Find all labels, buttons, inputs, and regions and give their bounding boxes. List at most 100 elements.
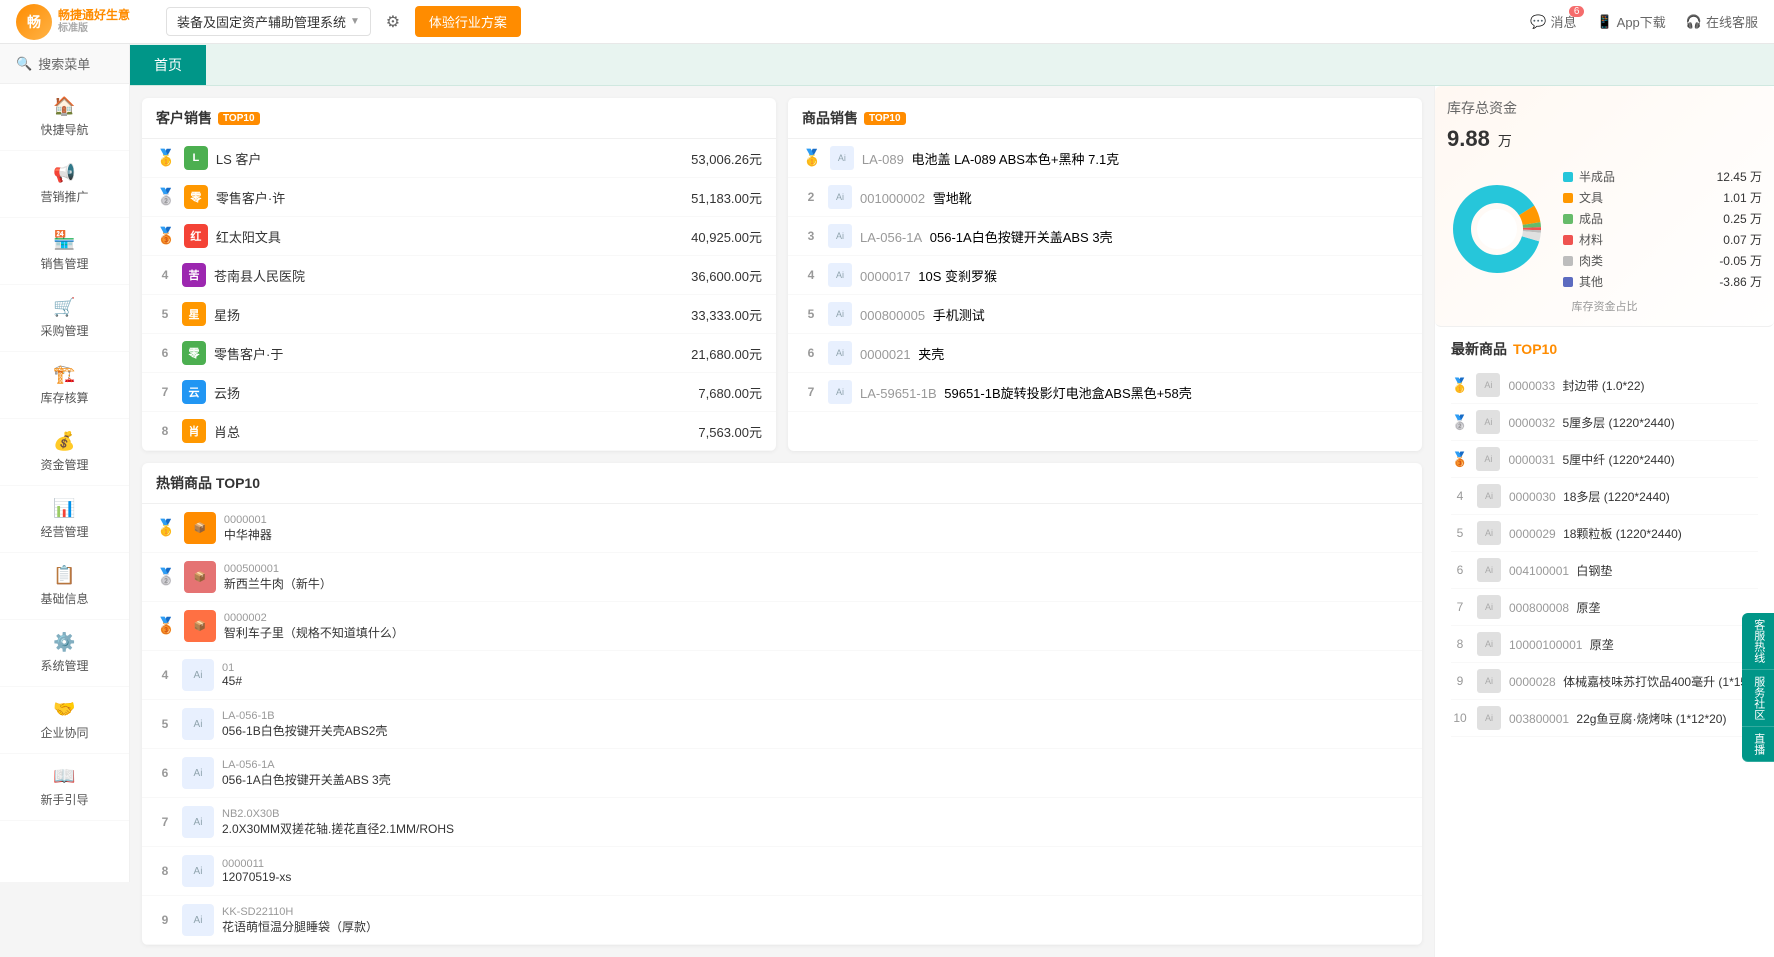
rank-name: 零售客户·许 [216,188,683,207]
legend-value: -0.05 万 [1719,252,1762,269]
customer-ranking-panel: 客户销售 TOP10 🥇 L LS 客户 53,006.26元 🥈 零 零售客户… [142,98,776,451]
product-code: 0000001 [224,514,1408,526]
new-product-item[interactable]: 🥇 Ai 0000033 封边带 (1.0*22) [1451,367,1758,404]
customer-ranking-content: 🥇 L LS 客户 53,006.26元 🥈 零 零售客户·许 51,183.0… [142,139,776,451]
product-name: 5厘多层 (1220*2440) [1563,416,1675,430]
rank-number: 4 [1451,489,1469,503]
medal-icon: 🥉 [1451,451,1468,468]
product-thumb: Ai [828,341,852,365]
customer-rank-item[interactable]: 🥈 零 零售客户·许 51,183.00元 [142,178,776,217]
customer-service-button[interactable]: 客服热线 [1742,613,1774,670]
new-product-item[interactable]: 5 Ai 0000029 18颗粒板 (1220*2440) [1451,515,1758,552]
product-name: 手机测试 [933,308,985,323]
left-panels: 客户销售 TOP10 🥇 L LS 客户 53,006.26元 🥈 零 零售客户… [130,86,1434,957]
customer-rank-item[interactable]: 🥇 L LS 客户 53,006.26元 [142,139,776,178]
product-rank-item[interactable]: 3 Ai LA-056-1A 056-1A白色按键开关盖ABS 3壳 [788,217,1422,256]
product-info: LA-056-1B 056-1B白色按键开关壳ABS2壳 [222,710,1408,739]
hot-product-item[interactable]: 6 Ai LA-056-1A 056-1A白色按键开关盖ABS 3壳 [142,749,1422,798]
inventory-value: 9.88 [1447,126,1490,152]
hot-product-item[interactable]: 5 Ai LA-056-1B 056-1B白色按键开关壳ABS2壳 [142,700,1422,749]
service-community-button[interactable]: 服务社区 [1742,670,1774,727]
new-product-item[interactable]: 10 Ai 003800001 22g鱼豆腐·烧烤味 (1*12*20) [1451,700,1758,737]
hot-product-item[interactable]: 🥉 📦 0000002 智利车子里（规格不知道填什么） [142,602,1422,651]
new-product-item[interactable]: 4 Ai 0000030 18多层 (1220*2440) [1451,478,1758,515]
product-rank-item[interactable]: 4 Ai 0000017 10S 变刹罗猴 [788,256,1422,295]
rank-number: 9 [1451,674,1469,688]
customer-rank-item[interactable]: 5 星 星扬 33,333.00元 [142,295,776,334]
product-name: 2.0X30MM双搓花轴.搓花直径2.1MM/ROHS [222,820,1408,837]
sidebar-item-purchase[interactable]: 🛒 采购管理 [0,285,129,352]
sidebar-item-quick-nav[interactable]: 🏠 快捷导航 [0,84,129,151]
rank-number: 6 [156,346,174,360]
sidebar-item-basic[interactable]: 📋 基础信息 [0,553,129,620]
online-service-button[interactable]: 🎧 在线客服 [1686,12,1758,31]
product-code: 0000017 [860,269,911,284]
product-rank-item[interactable]: 5 Ai 000800005 手机测试 [788,295,1422,334]
topbar-right: 💬 消息 6 📱 App下载 🎧 在线客服 [1530,12,1758,31]
sidebar-item-enterprise[interactable]: 🤝 企业协同 [0,687,129,754]
notifications-button[interactable]: 💬 消息 6 [1530,12,1576,31]
hot-product-item[interactable]: 🥈 📦 000500001 新西兰牛肉（新牛） [142,553,1422,602]
sidebar-item-guide[interactable]: 📖 新手引导 [0,754,129,821]
new-product-item[interactable]: 🥈 Ai 0000032 5厘多层 (1220*2440) [1451,404,1758,441]
sidebar-item-inventory[interactable]: 🏗️ 库存核算 [0,352,129,419]
ranking-row: 客户销售 TOP10 🥇 L LS 客户 53,006.26元 🥈 零 零售客户… [142,98,1422,451]
product-rank-item[interactable]: 🥇 Ai LA-089 电池盖 LA-089 ABS本色+黑种 7.1克 [788,139,1422,178]
sidebar-item-finance[interactable]: 💰 资金管理 [0,419,129,486]
sidebar-item-marketing[interactable]: 📢 营销推广 [0,151,129,218]
chart-area: 半成品 12.45 万 文具 1.01 万 成品 0.25 万 材料 0.07 … [1447,160,1762,298]
product-info: 01 45# [222,662,1408,688]
new-product-item[interactable]: 6 Ai 004100001 白钢垫 [1451,552,1758,589]
inventory-icon: 🏗️ [53,364,75,385]
hot-product-item[interactable]: 8 Ai 0000011 12070519-xs [142,847,1422,896]
hot-product-item[interactable]: 7 Ai NB2.0X30B 2.0X30MM双搓花轴.搓花直径2.1MM/RO… [142,798,1422,847]
hot-product-item[interactable]: 🥇 📦 0000001 中华神器 [142,504,1422,553]
purchase-icon: 🛒 [53,297,75,318]
settings-button[interactable]: ⚙ [379,8,407,36]
product-rank-item[interactable]: 7 Ai LA-59651-1B 59651-1B旋转投影灯电池盒ABS黑色+5… [788,373,1422,412]
medal-icon: 🥈 [1451,414,1468,431]
new-product-item[interactable]: 🥉 Ai 0000031 5厘中纤 (1220*2440) [1451,441,1758,478]
product-name: 封边带 (1.0*22) [1563,379,1645,393]
rank-number: 7 [802,385,820,399]
chart-label: 库存资金占比 [1447,298,1762,314]
tab-bar: 首页 [130,44,1774,86]
customer-rank-item[interactable]: 7 云 云扬 7,680.00元 [142,373,776,412]
trial-button[interactable]: 体验行业方案 [415,6,521,37]
new-product-item[interactable]: 7 Ai 000800008 原垄 [1451,589,1758,626]
customer-rank-item[interactable]: 🥉 红 红太阳文具 40,925.00元 [142,217,776,256]
search-menu-button[interactable]: 🔍 搜索菜单 [0,44,129,84]
sidebar-item-system[interactable]: ⚙️ 系统管理 [0,620,129,687]
customer-rank-item[interactable]: 4 苦 苍南县人民医院 36,600.00元 [142,256,776,295]
medal-icon: 🥈 [156,187,176,207]
legend-value: 1.01 万 [1723,189,1762,206]
sidebar-item-sales[interactable]: 🏪 销售管理 [0,218,129,285]
top-badge: TOP10 [218,112,260,125]
rank-number: 6 [156,766,174,780]
legend-item: 其他 -3.86 万 [1563,273,1762,290]
tab-home[interactable]: 首页 [130,45,206,85]
new-product-item[interactable]: 9 Ai 0000028 体械嘉枝味苏打饮品400毫升 (1*15) [1451,663,1758,700]
hot-products-header: 热销商品 TOP10 [142,463,1422,504]
medal-icon: 🥉 [156,616,176,636]
new-product-item[interactable]: 8 Ai 10000100001 原垄 [1451,626,1758,663]
headset-icon: 🎧 [1686,14,1702,30]
customer-rank-item[interactable]: 6 零 零售客户·于 21,680.00元 [142,334,776,373]
sidebar-item-operations[interactable]: 📊 经营管理 [0,486,129,553]
app-download-button[interactable]: 📱 App下载 [1596,12,1665,31]
rank-number: 5 [156,307,174,321]
rank-number: 2 [802,190,820,204]
hot-product-item[interactable]: 9 Ai KK-SD22110H 花语萌恒温分腿睡袋（厚款） [142,896,1422,945]
legend-dot [1563,277,1573,287]
rank-value: 51,183.00元 [691,188,762,207]
product-rank-item[interactable]: 6 Ai 0000021 夹壳 [788,334,1422,373]
sidebar-item-label: 营销推广 [40,188,88,205]
system-selector[interactable]: 装备及固定资产辅助管理系统 ▼ [166,7,371,36]
rank-number: 5 [1451,526,1469,540]
live-broadcast-button[interactable]: 直播 [1742,727,1774,762]
customer-rank-item[interactable]: 8 肖 肖总 7,563.00元 [142,412,776,451]
hot-product-item[interactable]: 4 Ai 01 45# [142,651,1422,700]
rank-number: 8 [1451,637,1469,651]
product-rank-item[interactable]: 2 Ai 001000002 雪地靴 [788,178,1422,217]
product-thumb: Ai [182,757,214,789]
